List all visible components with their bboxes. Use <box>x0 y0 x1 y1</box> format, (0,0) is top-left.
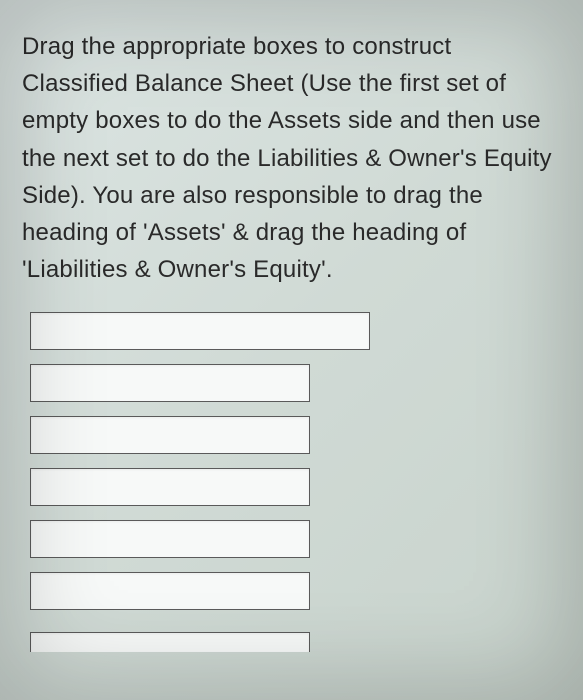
drop-boxes-container <box>22 312 559 652</box>
drop-box-1[interactable] <box>30 312 370 350</box>
instruction-text: Drag the appropriate boxes to construct … <box>22 28 559 288</box>
drop-box-partial[interactable] <box>30 632 310 652</box>
drop-box-4[interactable] <box>30 468 310 506</box>
drop-box-3[interactable] <box>30 416 310 454</box>
drop-box-5[interactable] <box>30 520 310 558</box>
question-content: Drag the appropriate boxes to construct … <box>0 0 583 652</box>
drop-box-6[interactable] <box>30 572 310 610</box>
drop-box-2[interactable] <box>30 364 310 402</box>
